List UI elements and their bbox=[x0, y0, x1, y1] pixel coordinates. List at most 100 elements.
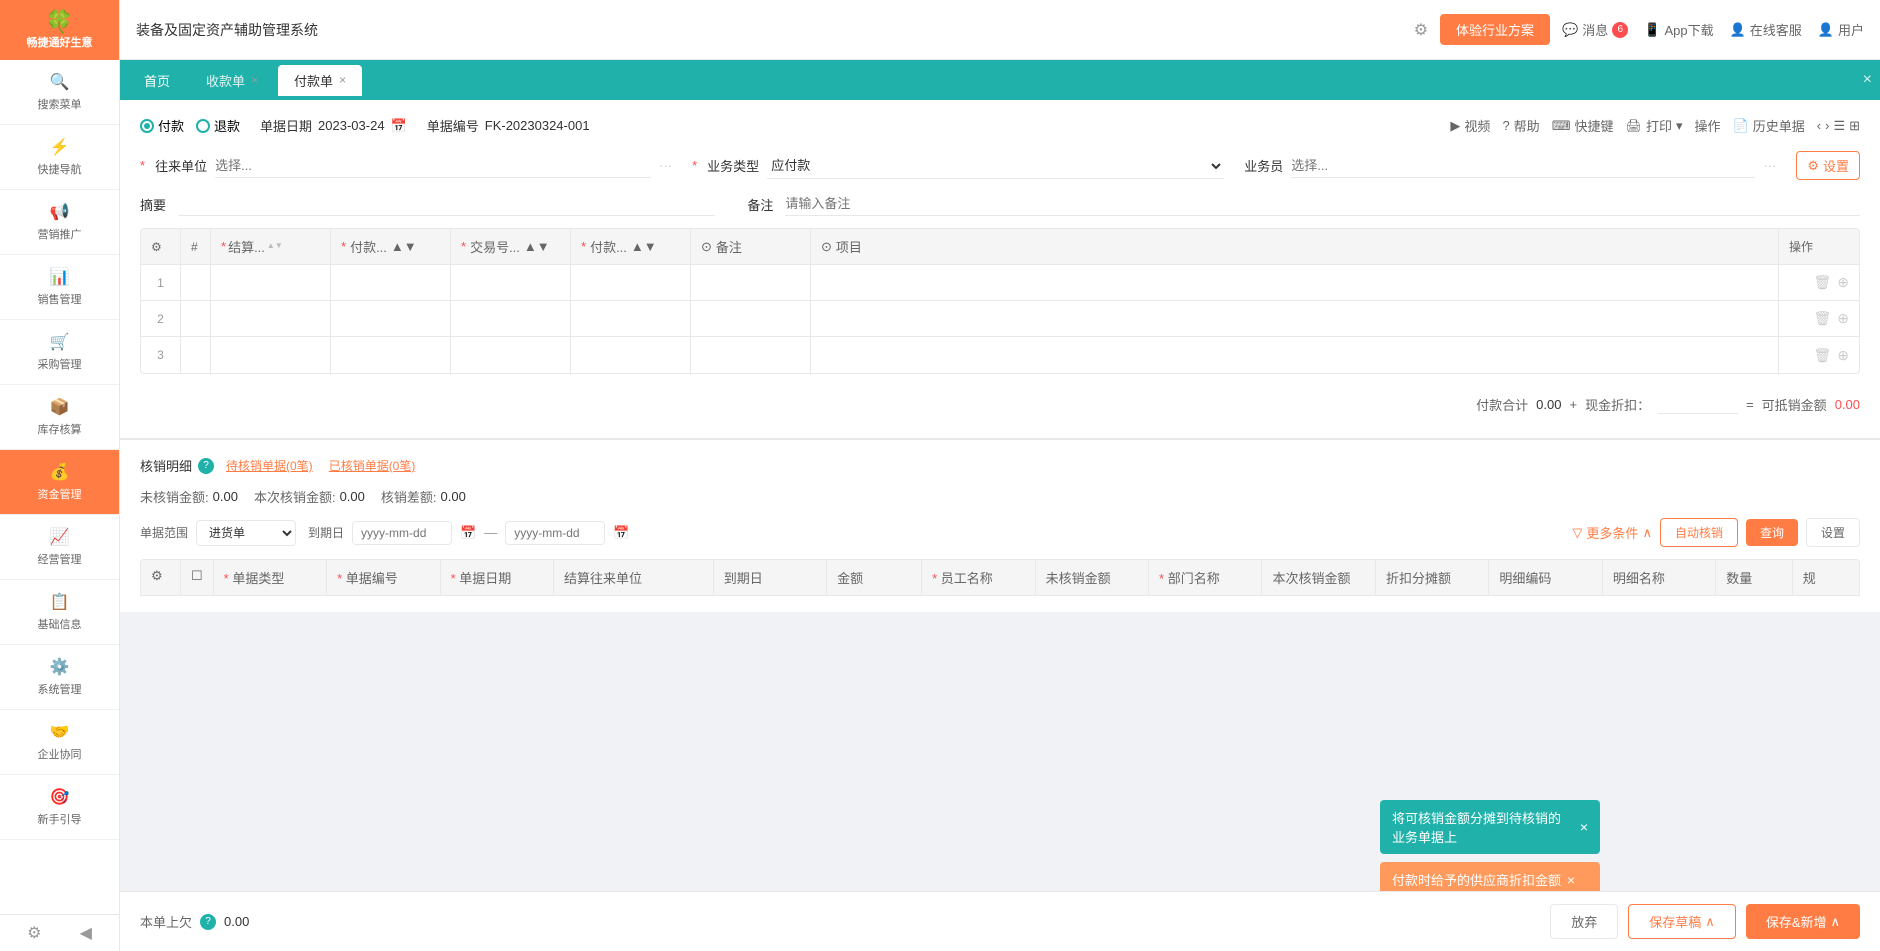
payment-radio[interactable]: 付款 bbox=[140, 116, 184, 135]
row3-delete-icon[interactable]: 🗑 bbox=[1813, 347, 1831, 364]
sidebar-item-operation[interactable]: 📈 经营管理 bbox=[0, 515, 119, 580]
date-to-input[interactable] bbox=[505, 521, 605, 545]
row1-c6[interactable] bbox=[811, 265, 1779, 300]
row2-delete-icon[interactable]: 🗑 bbox=[1813, 310, 1831, 327]
tab-receipt[interactable]: 收款单 × bbox=[190, 65, 274, 96]
action-video[interactable]: ▶ 视频 bbox=[1450, 116, 1490, 135]
settings-bottom-icon[interactable]: ⚙ bbox=[27, 923, 41, 943]
cash-split-input[interactable] bbox=[1658, 394, 1738, 414]
action-print[interactable]: 🖨 打印 ▾ bbox=[1625, 116, 1682, 135]
calendar-from-icon[interactable]: 📅 bbox=[460, 525, 476, 541]
done-tab[interactable]: 已核销单据(0笔) bbox=[329, 457, 416, 474]
row2-c6[interactable] bbox=[811, 301, 1779, 336]
row3-copy-icon[interactable]: ⊕ bbox=[1837, 347, 1849, 364]
row1-c4[interactable] bbox=[571, 265, 691, 300]
col-pay2-arrows[interactable]: ▲▼ bbox=[631, 239, 657, 254]
list-view-icon[interactable]: ☰ bbox=[1833, 118, 1845, 134]
row2-c2[interactable] bbox=[331, 301, 451, 336]
settings-icon[interactable]: ⚙ bbox=[1414, 20, 1428, 40]
rtcol-check[interactable]: ☐ bbox=[181, 560, 214, 595]
col-txid-arrows[interactable]: ▲▼ bbox=[524, 239, 550, 254]
prev-icon[interactable]: ‹ bbox=[1817, 118, 1821, 134]
row2-copy-icon[interactable]: ⊕ bbox=[1837, 310, 1849, 327]
doc-range-select[interactable]: 进货单 bbox=[196, 520, 296, 546]
sidebar-item-purchase[interactable]: 🛒 采购管理 bbox=[0, 320, 119, 385]
sidebar-item-finance[interactable]: 💰 资金管理 bbox=[0, 450, 119, 515]
tab-home[interactable]: 首页 bbox=[128, 65, 186, 96]
row3-c3[interactable] bbox=[451, 337, 571, 373]
action-history[interactable]: 📄 历史单据 bbox=[1733, 116, 1805, 135]
row3-c6[interactable] bbox=[811, 337, 1779, 373]
calendar-to-icon[interactable]: 📅 bbox=[613, 525, 629, 541]
query-btn[interactable]: 查询 bbox=[1746, 519, 1798, 546]
grid-view-icon[interactable]: ⊞ bbox=[1849, 118, 1860, 134]
staff-more-icon[interactable]: ··· bbox=[1763, 158, 1776, 173]
abandon-button[interactable]: 放弃 bbox=[1550, 904, 1618, 939]
summary-input[interactable] bbox=[178, 192, 715, 216]
sidebar-item-basic[interactable]: 📋 基础信息 bbox=[0, 580, 119, 645]
tooltip-teal-close[interactable]: × bbox=[1580, 819, 1588, 835]
row3-c5[interactable] bbox=[691, 337, 811, 373]
set-btn[interactable]: 设置 bbox=[1806, 518, 1860, 547]
row2-c4[interactable] bbox=[571, 301, 691, 336]
refund-radio[interactable]: 退款 bbox=[196, 116, 240, 135]
rtcol-gear[interactable]: ⚙ bbox=[141, 560, 181, 595]
bottom-help-icon[interactable]: ? bbox=[200, 914, 216, 930]
row1-c5[interactable] bbox=[691, 265, 811, 300]
row1-delete-icon[interactable]: 🗑 bbox=[1813, 274, 1831, 291]
row3-c4[interactable] bbox=[571, 337, 691, 373]
more-filter-btn[interactable]: ▽ 更多条件 ∧ bbox=[1572, 523, 1652, 542]
bottom-bar: 本单上欠 ? 0.00 放弃 保存草稿 ∧ 保存&新增 ∧ bbox=[120, 891, 1880, 951]
sidebar-item-marketing[interactable]: 📢 营销推广 bbox=[0, 190, 119, 255]
staff-input[interactable] bbox=[1291, 154, 1755, 178]
reconcile-help-icon[interactable]: ? bbox=[198, 458, 214, 474]
auto-reconcile-btn[interactable]: 自动核销 bbox=[1660, 518, 1738, 547]
row2-c3[interactable] bbox=[451, 301, 571, 336]
save-draft-button[interactable]: 保存草稿 ∧ bbox=[1628, 904, 1736, 939]
row2-c1[interactable] bbox=[211, 301, 331, 336]
online-service-item[interactable]: 👤 在线客服 bbox=[1730, 20, 1802, 39]
app-download-item[interactable]: 📱 App下载 bbox=[1644, 20, 1713, 39]
next-icon[interactable]: › bbox=[1825, 118, 1829, 134]
col-settle-arrows[interactable]: ▲▼ bbox=[267, 243, 283, 249]
sidebar-item-sales[interactable]: 📊 销售管理 bbox=[0, 255, 119, 320]
row3-c2[interactable] bbox=[331, 337, 451, 373]
remark-input[interactable] bbox=[785, 192, 1860, 216]
action-shortcut[interactable]: ⌨ 快捷键 bbox=[1552, 116, 1614, 135]
row1-copy-icon[interactable]: ⊕ bbox=[1837, 274, 1849, 291]
date-value[interactable]: 2023-03-24 bbox=[318, 118, 385, 133]
collapse-icon[interactable]: ◀ bbox=[80, 923, 92, 943]
message-item[interactable]: 💬 消息 6 bbox=[1562, 20, 1628, 39]
pending-tab[interactable]: 待核销单据(0笔) bbox=[226, 457, 313, 474]
experience-btn[interactable]: 体验行业方案 bbox=[1440, 14, 1550, 45]
row2-c5[interactable] bbox=[691, 301, 811, 336]
calendar-icon[interactable]: 📅 bbox=[391, 118, 407, 134]
row3-c1[interactable] bbox=[211, 337, 331, 373]
counterpart-input[interactable] bbox=[215, 154, 651, 178]
tab-receipt-close[interactable]: × bbox=[251, 73, 258, 87]
sidebar-item-inventory[interactable]: 📦 库存核算 bbox=[0, 385, 119, 450]
tooltip-orange-close[interactable]: × bbox=[1567, 872, 1575, 888]
setting-button[interactable]: ⚙ 设置 bbox=[1796, 151, 1860, 180]
sidebar-item-system[interactable]: ⚙️ 系统管理 bbox=[0, 645, 119, 710]
sidebar-item-guide[interactable]: 🎯 新手引导 bbox=[0, 775, 119, 840]
save-new-button[interactable]: 保存&新增 ∧ bbox=[1746, 904, 1860, 939]
tab-payment-close[interactable]: × bbox=[339, 73, 346, 87]
close-all-tabs-icon[interactable]: × bbox=[1863, 71, 1872, 89]
row1-c1[interactable] bbox=[211, 265, 331, 300]
action-help[interactable]: ? 帮助 bbox=[1502, 116, 1539, 135]
biz-type-select[interactable]: 应付款 bbox=[767, 153, 1224, 179]
counterpart-more-icon[interactable]: ··· bbox=[659, 158, 672, 173]
date-from-input[interactable] bbox=[352, 521, 452, 545]
sidebar-item-search[interactable]: 🔍 搜索菜单 bbox=[0, 60, 119, 125]
col-settings[interactable]: ⚙ bbox=[141, 229, 181, 264]
row1-c3[interactable] bbox=[451, 265, 571, 300]
row3-actions: 🗑 ⊕ bbox=[1779, 337, 1859, 373]
user-item[interactable]: 👤 用户 bbox=[1818, 20, 1864, 39]
sidebar-item-nav[interactable]: ⚡ 快捷导航 bbox=[0, 125, 119, 190]
sidebar-item-enterprise[interactable]: 🤝 企业协同 bbox=[0, 710, 119, 775]
col-pay1-arrows[interactable]: ▲▼ bbox=[391, 239, 417, 254]
row1-c2[interactable] bbox=[331, 265, 451, 300]
action-operation[interactable]: 操作 bbox=[1695, 116, 1721, 135]
tab-payment[interactable]: 付款单 × bbox=[278, 65, 362, 96]
